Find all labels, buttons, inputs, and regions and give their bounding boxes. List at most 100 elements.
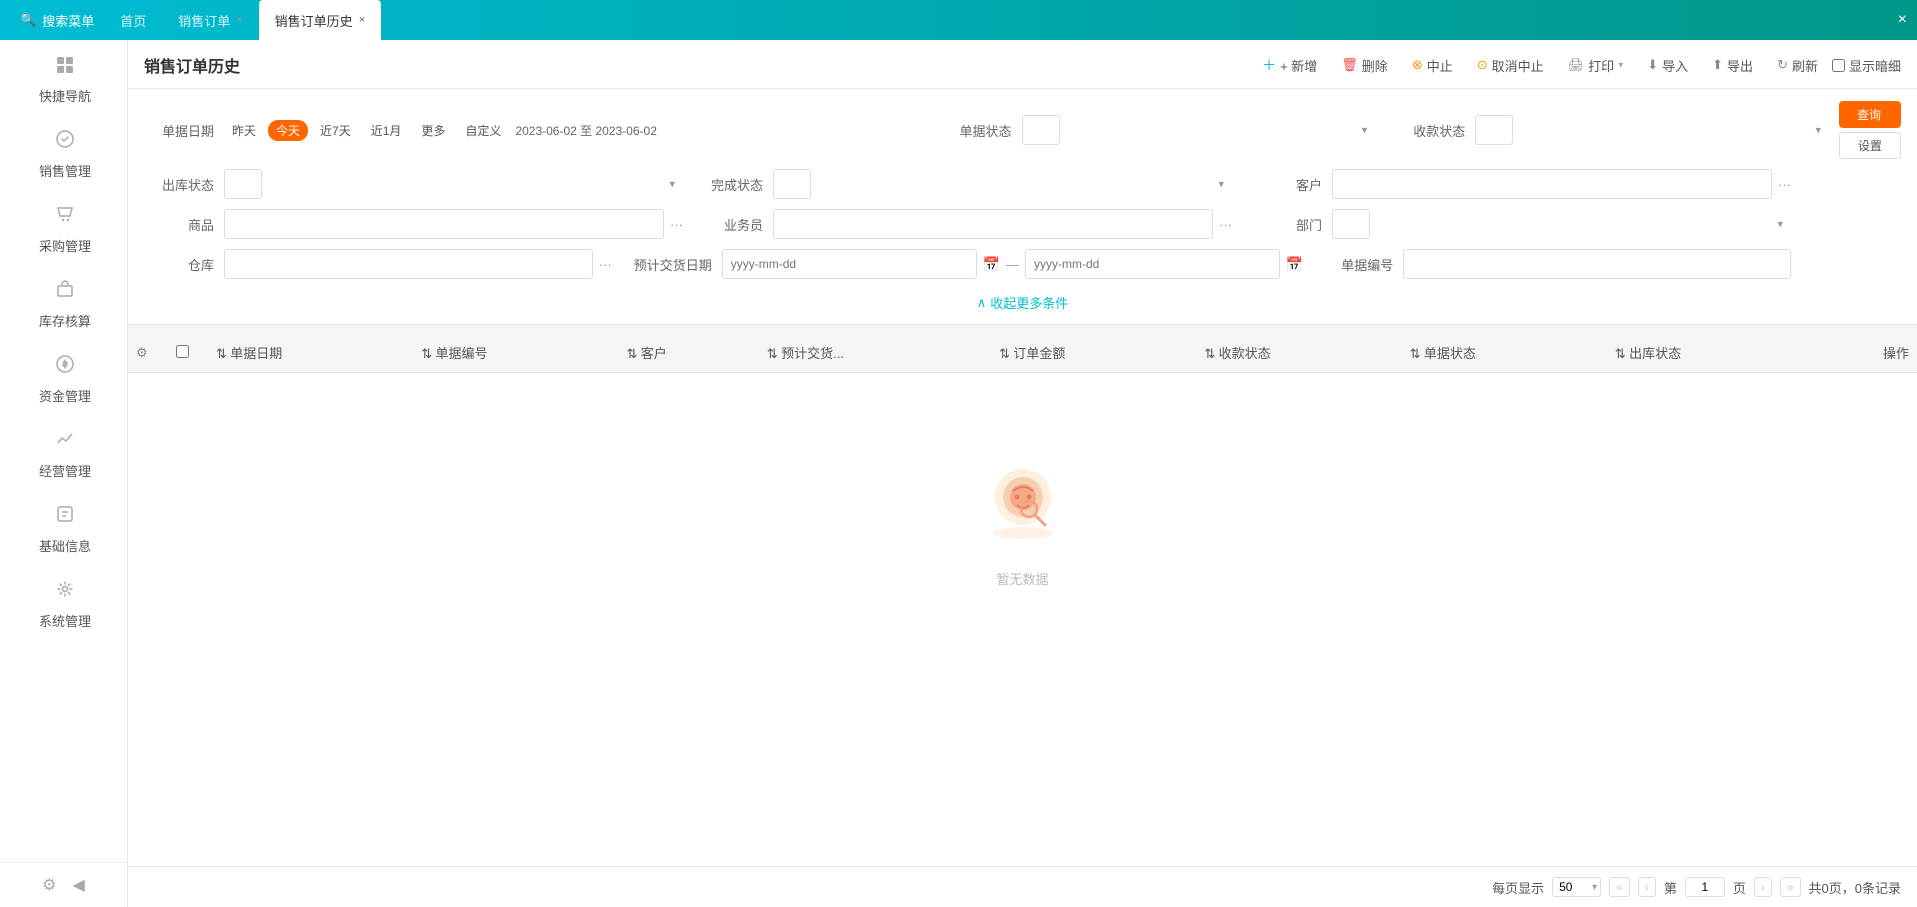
first-page-btn[interactable]: « (1609, 877, 1630, 897)
prev-page-btn[interactable]: ‹ (1638, 877, 1656, 897)
tab-sales-order-close[interactable]: × (236, 14, 242, 26)
table-settings-icon[interactable]: ⚙ (136, 345, 148, 360)
table-settings-col: ⚙ (128, 333, 168, 373)
new-label: + 新增 (1280, 56, 1317, 75)
col-expected-date-sort-icon[interactable]: ⇅ (767, 346, 778, 361)
product-ellipsis-btn[interactable]: ··· (670, 217, 683, 232)
sidebar: 快捷导航 销售管理 采购管理 库存核算 资金管理 (0, 40, 128, 907)
product-input[interactable] (224, 209, 664, 239)
import-button[interactable]: ⬇ 导入 (1637, 51, 1698, 80)
sidebar-bottom: ⚙ ◀ (0, 862, 127, 907)
sidebar-item-purchase-mgmt[interactable]: 采购管理 (0, 190, 127, 265)
doc-number-control (1403, 249, 1791, 279)
page-suffix: 页 (1733, 878, 1746, 897)
customer-input[interactable] (1332, 169, 1772, 199)
search-menu-button[interactable]: 🔍 搜索菜单 (10, 11, 104, 30)
col-outbound-status-sort-icon[interactable]: ⇅ (1615, 346, 1626, 361)
sidebar-item-basic-info[interactable]: 基础信息 (0, 490, 127, 565)
tab-sales-order-history[interactable]: 销售订单历史 × (259, 0, 381, 40)
expected-date-from[interactable] (722, 249, 977, 279)
sidebar-item-finance[interactable]: 资金管理 (0, 340, 127, 415)
next-page-btn[interactable]: › (1754, 877, 1772, 897)
sidebar-collapse-icon[interactable]: ◀ (73, 875, 85, 895)
sidebar-item-operation[interactable]: 经营管理 (0, 415, 127, 490)
display-columns-label: 显示暗细 (1849, 56, 1901, 75)
empty-state-illustration (973, 453, 1073, 553)
payment-status-select[interactable] (1475, 115, 1513, 145)
refresh-button[interactable]: ↻ 刷新 (1767, 51, 1828, 80)
suspend-button[interactable]: ⊗ 中止 (1402, 51, 1463, 80)
calendar-to-icon[interactable]: 📅 (1286, 256, 1303, 273)
table-area: ⚙ ⇅ 单据日期 ⇅ 单据编号 (128, 333, 1917, 866)
per-page-label: 每页显示 (1492, 878, 1544, 897)
suspend-icon: ⊗ (1412, 57, 1423, 73)
collapse-row[interactable]: ∧ 收起更多条件 (144, 289, 1901, 312)
complete-status-select[interactable] (773, 169, 811, 199)
col-doc-number: ⇅ 单据编号 (413, 333, 618, 373)
query-button[interactable]: 查询 (1839, 101, 1901, 128)
col-customer-sort-icon[interactable]: ⇅ (627, 346, 638, 361)
import-label: 导入 (1662, 56, 1688, 75)
tab-home-label: 首页 (120, 11, 146, 30)
date-today-btn[interactable]: 今天 (268, 120, 308, 141)
col-doc-status-sort-icon[interactable]: ⇅ (1410, 346, 1421, 361)
print-icon: 🖨 (1568, 57, 1585, 73)
warehouse-ellipsis-btn[interactable]: ··· (599, 257, 612, 272)
filter-area: 单据日期 昨天 今天 近7天 近1月 更多 自定义 2023-06-02 至 2… (128, 89, 1917, 325)
quick-nav-icon (55, 54, 75, 80)
col-payment-status-sort-icon[interactable]: ⇅ (1204, 346, 1215, 361)
warehouse-control: ··· (224, 249, 612, 279)
warehouse-input[interactable] (224, 249, 593, 279)
calendar-from-icon[interactable]: 📅 (983, 256, 1000, 273)
print-button[interactable]: 🖨 打印 ▾ (1558, 51, 1634, 80)
product-label: 商品 (144, 215, 224, 234)
doc-status-select[interactable] (1022, 115, 1060, 145)
current-page-input[interactable] (1685, 877, 1725, 897)
date-custom-btn[interactable]: 自定义 (457, 120, 509, 141)
top-right-area: × (1898, 11, 1907, 29)
page-size-select[interactable]: 50 20 100 (1552, 877, 1601, 897)
col-doc-number-label: 单据编号 (436, 346, 488, 361)
sidebar-item-sys-mgmt[interactable]: 系统管理 (0, 565, 127, 640)
expected-date-to[interactable] (1025, 249, 1280, 279)
customer-ellipsis-btn[interactable]: ··· (1778, 177, 1791, 192)
date-7days-btn[interactable]: 近7天 (312, 120, 359, 141)
print-label: 打印 (1588, 56, 1614, 75)
table-select-all[interactable] (176, 345, 189, 358)
date-more-btn[interactable]: 更多 (413, 120, 453, 141)
tab-home[interactable]: 首页 (104, 0, 162, 40)
tab-sales-order-history-close[interactable]: × (359, 14, 365, 26)
date-1month-btn[interactable]: 近1月 (363, 120, 410, 141)
col-doc-number-sort-icon[interactable]: ⇅ (421, 346, 432, 361)
col-order-amount-label: 订单金额 (1013, 346, 1065, 361)
new-button[interactable]: ＋ + 新增 (1252, 50, 1327, 80)
doc-status-label: 单据状态 (952, 121, 1022, 140)
refresh-label: 刷新 (1792, 56, 1818, 75)
col-order-amount-sort-icon[interactable]: ⇅ (999, 346, 1010, 361)
sidebar-settings-icon[interactable]: ⚙ (42, 875, 56, 895)
department-label: 部门 (1252, 215, 1332, 234)
delete-button[interactable]: 🗑 删除 (1331, 51, 1398, 80)
col-doc-date-sort-icon[interactable]: ⇅ (216, 346, 227, 361)
window-close-button[interactable]: × (1898, 11, 1907, 29)
filter-row-1: 单据日期 昨天 今天 近7天 近1月 更多 自定义 2023-06-02 至 2… (144, 101, 1901, 159)
last-page-btn[interactable]: » (1780, 877, 1801, 897)
sidebar-item-inventory[interactable]: 库存核算 (0, 265, 127, 340)
outbound-status-select[interactable] (224, 169, 262, 199)
display-columns-checkbox[interactable] (1832, 59, 1845, 72)
salesperson-input[interactable] (773, 209, 1213, 239)
sidebar-item-quick-nav[interactable]: 快捷导航 (0, 40, 127, 115)
cancel-suspend-button[interactable]: ⊙ 取消中止 (1467, 51, 1554, 80)
display-columns-toggle[interactable]: 显示暗细 (1832, 56, 1901, 75)
department-select[interactable] (1332, 209, 1370, 239)
export-label: 导出 (1727, 56, 1753, 75)
date-yesterday-btn[interactable]: 昨天 (224, 120, 264, 141)
sidebar-item-sales-mgmt[interactable]: 销售管理 (0, 115, 127, 190)
top-bar: 🔍 搜索菜单 首页 销售订单 × 销售订单历史 × × (0, 0, 1917, 40)
settings-filter-button[interactable]: 设置 (1839, 132, 1901, 159)
date-quick-buttons: 昨天 今天 近7天 近1月 更多 自定义 (224, 120, 509, 141)
tab-sales-order[interactable]: 销售订单 × (162, 0, 258, 40)
export-button[interactable]: ⬆ 导出 (1702, 51, 1763, 80)
salesperson-ellipsis-btn[interactable]: ··· (1219, 217, 1232, 232)
doc-number-input[interactable] (1403, 249, 1791, 279)
